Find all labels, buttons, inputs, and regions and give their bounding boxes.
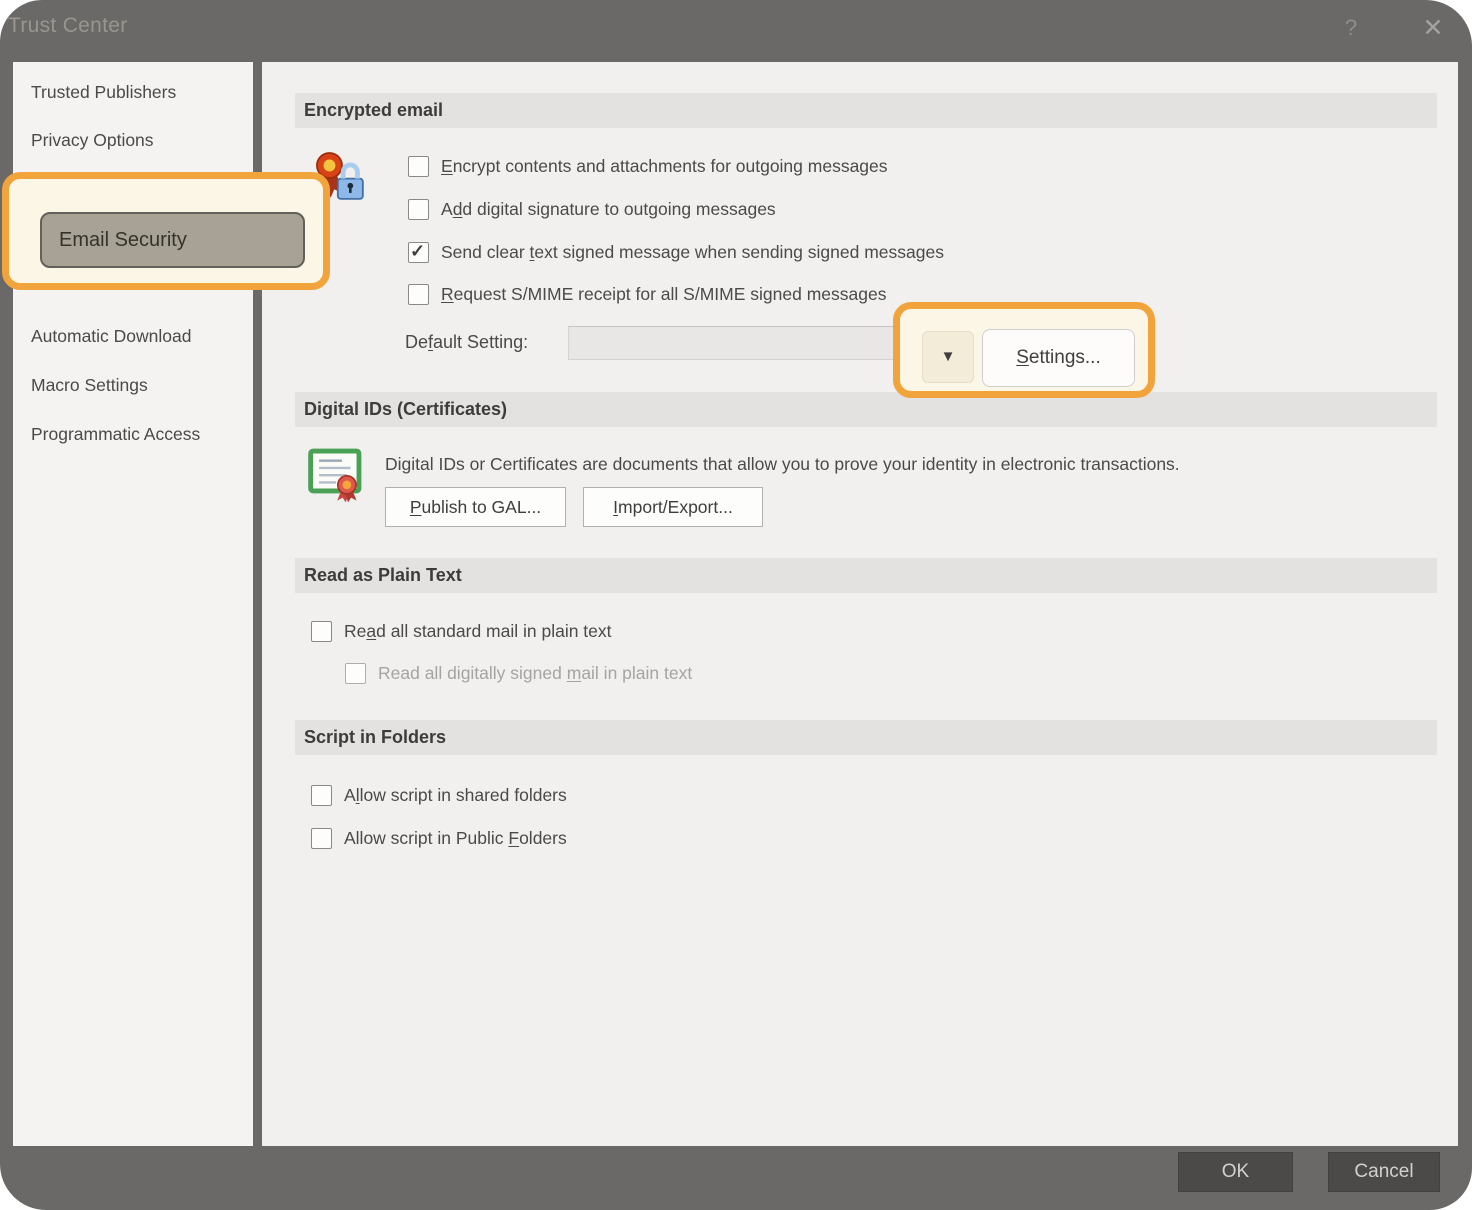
email-security-highlight-annotation: Email Security: [2, 172, 330, 290]
window-title: Trust Center: [8, 14, 128, 38]
checkbox-row-allow-script-shared: Allow script in shared folders: [311, 783, 567, 807]
digital-ids-description: Digital IDs or Certificates are document…: [385, 454, 1180, 475]
checkbox-encrypt-contents[interactable]: [408, 156, 429, 177]
checkbox-row-allow-script-public: Allow script in Public Folders: [311, 826, 567, 850]
checkbox-row-send-clear-text: Send clear text signed message when send…: [408, 240, 944, 264]
checkbox-row-add-digital-signature: Add digital signature to outgoing messag…: [408, 197, 776, 221]
section-header-read-plain-text: Read as Plain Text: [295, 558, 1437, 593]
checkbox-label: Send clear text signed message when send…: [441, 242, 944, 263]
sidebar-item-email-security[interactable]: Email Security: [40, 212, 305, 268]
checkbox-label: Read all digitally signed mail in plain …: [378, 663, 692, 684]
checkbox-allow-script-public[interactable]: [311, 828, 332, 849]
section-header-script-in-folders: Script in Folders: [295, 720, 1437, 755]
checkbox-send-clear-text[interactable]: [408, 242, 429, 263]
close-icon[interactable]: ✕: [1415, 10, 1451, 46]
chevron-down-icon: ▼: [941, 348, 956, 365]
checkbox-read-signed-mail: [345, 663, 366, 684]
settings-button[interactable]: Settings...: [982, 329, 1135, 387]
sidebar-item-trusted-publishers[interactable]: Trusted Publishers: [31, 79, 176, 105]
main-panel: Encrypted email Encrypt contents and att…: [262, 62, 1458, 1146]
default-setting-label: Default Setting:: [405, 332, 528, 353]
checkbox-row-encrypt-contents: Encrypt contents and attachments for out…: [408, 154, 888, 178]
checkbox-label: Encrypt contents and attachments for out…: [441, 156, 888, 177]
publish-to-gal-button[interactable]: Publish to GAL...: [385, 487, 566, 527]
checkbox-allow-script-shared[interactable]: [311, 785, 332, 806]
checkbox-read-standard-mail[interactable]: [311, 621, 332, 642]
import-export-button[interactable]: Import/Export...: [583, 487, 763, 527]
section-header-encrypted-email: Encrypted email: [295, 93, 1437, 128]
checkbox-label: Read all standard mail in plain text: [344, 621, 612, 642]
cancel-button[interactable]: Cancel: [1328, 1152, 1440, 1192]
default-setting-combobox[interactable]: [568, 326, 905, 360]
trust-center-dialog: Trust Center ? ✕ Trusted Publishers Priv…: [0, 0, 1472, 1210]
settings-highlight-annotation: ▼ Settings...: [893, 302, 1155, 398]
help-icon[interactable]: ?: [1336, 12, 1366, 44]
checkbox-label: Allow script in Public Folders: [344, 828, 567, 849]
checkbox-row-read-signed-mail: Read all digitally signed mail in plain …: [345, 661, 692, 685]
checkbox-label: Add digital signature to outgoing messag…: [441, 199, 776, 220]
titlebar: Trust Center ? ✕: [0, 0, 1472, 62]
sidebar-item-automatic-download[interactable]: Automatic Download: [31, 323, 192, 349]
ok-button[interactable]: OK: [1178, 1152, 1293, 1192]
checkbox-add-digital-signature[interactable]: [408, 199, 429, 220]
certificate-icon: [307, 445, 365, 503]
checkbox-row-read-standard-mail: Read all standard mail in plain text: [311, 619, 612, 643]
section-header-digital-ids: Digital IDs (Certificates): [295, 392, 1437, 427]
sidebar-item-privacy-options[interactable]: Privacy Options: [31, 127, 154, 153]
checkbox-label: Allow script in shared folders: [344, 785, 567, 806]
checkbox-row-request-smime: Request S/MIME receipt for all S/MIME si…: [408, 282, 886, 306]
checkbox-request-smime[interactable]: [408, 284, 429, 305]
checkbox-label: Request S/MIME receipt for all S/MIME si…: [441, 284, 886, 305]
settings-dropdown-button[interactable]: ▼: [922, 331, 974, 383]
sidebar-item-programmatic-access[interactable]: Programmatic Access: [31, 421, 200, 447]
sidebar-item-macro-settings[interactable]: Macro Settings: [31, 372, 148, 398]
